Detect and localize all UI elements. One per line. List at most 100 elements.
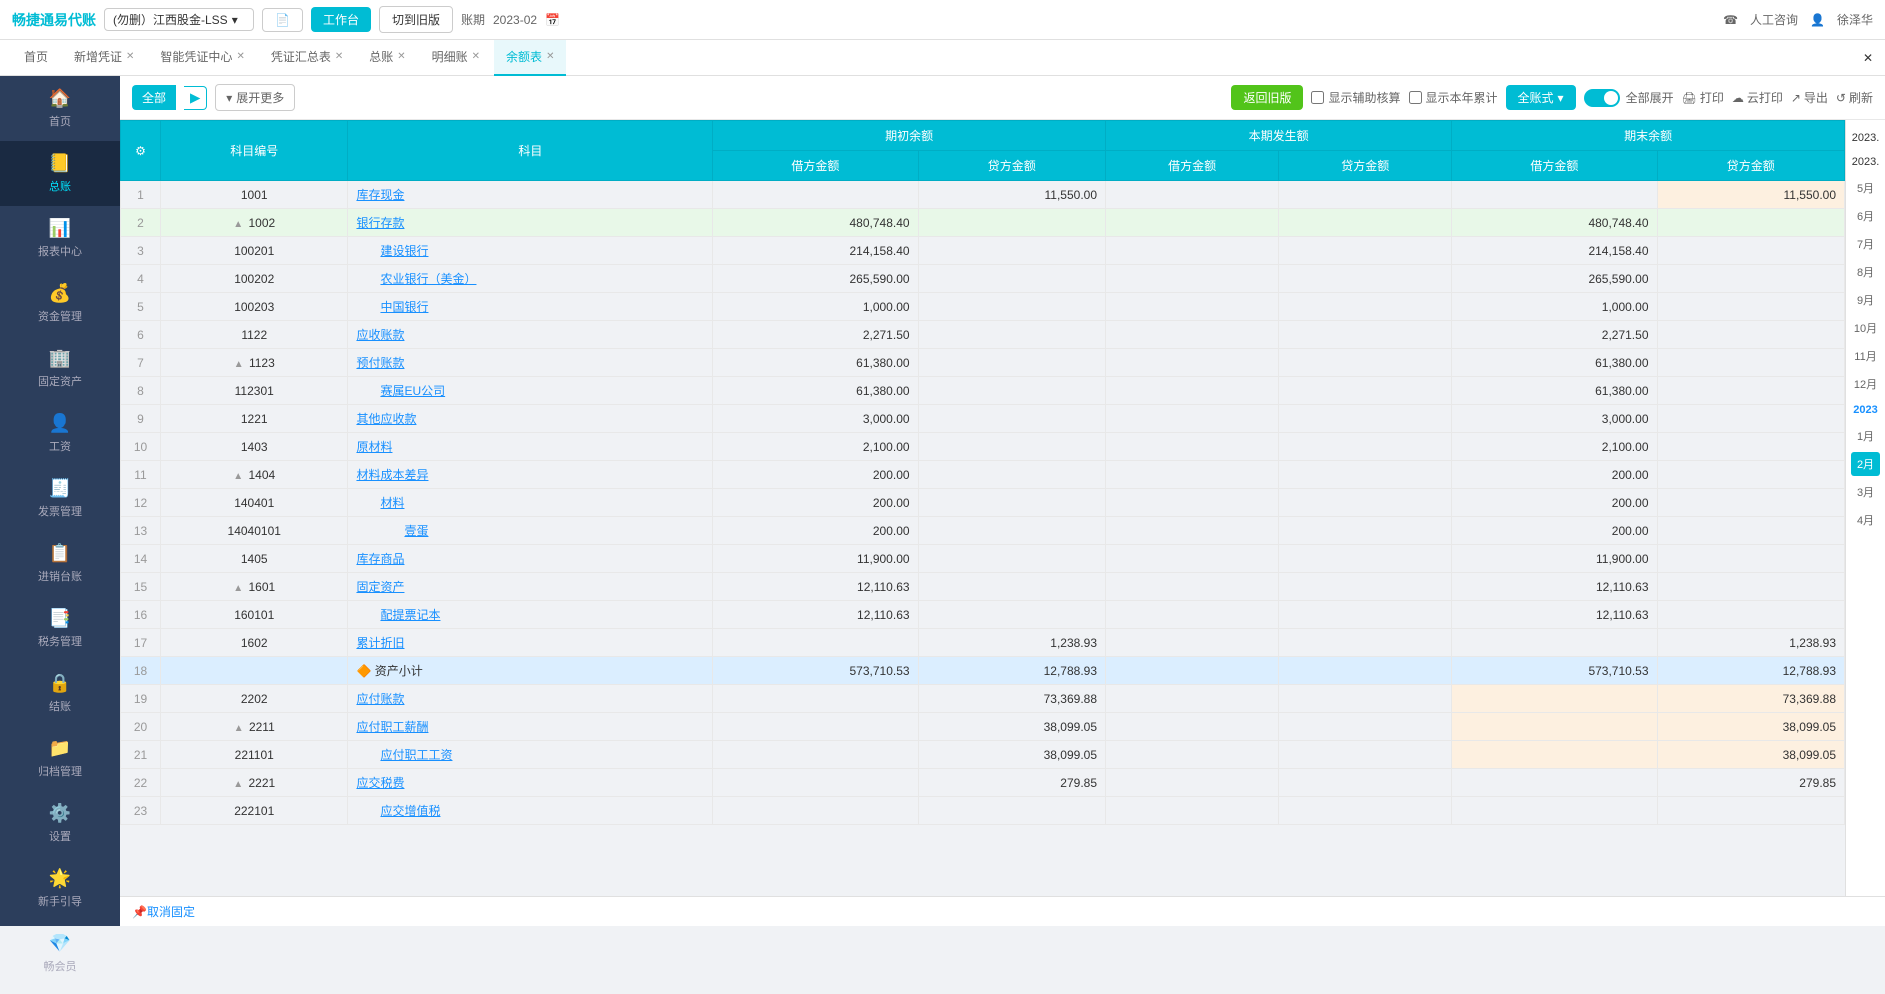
subject-name[interactable]: 壹蛋 [348, 517, 713, 545]
subject-name[interactable]: 材料 [348, 489, 713, 517]
subject-link[interactable]: 材料 [380, 496, 404, 510]
subject-name[interactable]: 农业银行（美金） [348, 265, 713, 293]
show-ytd-checkbox[interactable] [1409, 91, 1422, 104]
subject-link[interactable]: 银行存款 [356, 216, 404, 230]
table-row[interactable]: 8 112301 赛属EU公司 61,380.00 61,380.00 [121, 377, 1845, 405]
subject-name[interactable]: 其他应收款 [348, 405, 713, 433]
table-row[interactable]: 18 🔶 资产小计 573,710.53 12,788.93 573,710.5… [121, 657, 1845, 685]
table-row[interactable]: 13 14040101 壹蛋 200.00 200.00 [121, 517, 1845, 545]
tab-add-voucher-close[interactable]: ✕ [126, 51, 134, 62]
table-row[interactable]: 4 100202 农业银行（美金） 265,590.00 265,590.00 [121, 265, 1845, 293]
sidebar-item-assets[interactable]: 🏢 固定资产 [0, 336, 120, 401]
subject-link[interactable]: 赛属EU公司 [380, 384, 445, 398]
th-settings[interactable]: ⚙ [121, 121, 161, 181]
subject-link[interactable]: 应付账款 [356, 692, 404, 706]
table-row[interactable]: 6 1122 应收账款 2,271.50 2,271.50 [121, 321, 1845, 349]
expand-icon[interactable]: ▲ [234, 359, 244, 370]
subject-name[interactable]: 应交税费 [348, 769, 713, 797]
expand-icon[interactable]: ▲ [233, 583, 243, 594]
doc-icon-btn[interactable]: 📄 [262, 8, 303, 32]
subject-name[interactable]: 应付账款 [348, 685, 713, 713]
table-row[interactable]: 1 1001 库存现金 11,550.00 11,550.00 [121, 181, 1845, 209]
table-row[interactable]: 14 1405 库存商品 11,900.00 11,900.00 [121, 545, 1845, 573]
subject-name[interactable]: 应付职工工资 [348, 741, 713, 769]
table-row[interactable]: 15 ▲ 1601 固定资产 12,110.63 12,110.63 [121, 573, 1845, 601]
subject-name[interactable]: 库存商品 [348, 545, 713, 573]
subject-name[interactable]: 应交增值税 [348, 797, 713, 825]
tab-detail-ledger[interactable]: 明细账 ✕ [420, 40, 492, 76]
table-row[interactable]: 2 ▲ 1002 银行存款 480,748.40 480,748.40 [121, 209, 1845, 237]
subject-link[interactable]: 应收账款 [356, 328, 404, 342]
sidebar-item-closing[interactable]: 🔒 结账 [0, 661, 120, 726]
right-panel-month-4[interactable]: 4月 [1851, 508, 1880, 532]
tab-balance-close[interactable]: ✕ [546, 51, 554, 62]
subject-link[interactable]: 应付职工工资 [380, 748, 452, 762]
subject-link[interactable]: 预付账款 [356, 356, 404, 370]
expand-icon[interactable]: ▲ [233, 779, 243, 790]
sidebar-item-member[interactable]: 💎 畅会员 [0, 921, 120, 986]
table-row[interactable]: 9 1221 其他应收款 3,000.00 3,000.00 [121, 405, 1845, 433]
sidebar-item-tax[interactable]: 📑 税务管理 [0, 596, 120, 661]
subject-link[interactable]: 农业银行（美金） [380, 272, 476, 286]
subject-link[interactable]: 其他应收款 [356, 412, 416, 426]
subject-link[interactable]: 中国银行 [380, 300, 428, 314]
workbench-button[interactable]: 工作台 [311, 7, 371, 32]
tab-balance[interactable]: 余额表 ✕ [494, 40, 566, 76]
expand-icon[interactable]: ▲ [233, 471, 243, 482]
print-button[interactable]: 🖨 打印 [1682, 89, 1724, 106]
table-row[interactable]: 3 100201 建设银行 214,158.40 214,158.40 [121, 237, 1845, 265]
subject-name[interactable]: 原材料 [348, 433, 713, 461]
table-row[interactable]: 19 2202 应付账款 73,369.88 73,369.88 [121, 685, 1845, 713]
table-row[interactable]: 12 140401 材料 200.00 200.00 [121, 489, 1845, 517]
table-row[interactable]: 17 1602 累计折旧 1,238.93 1,238.93 [121, 629, 1845, 657]
sidebar-item-guide[interactable]: 🌟 新手引导 [0, 856, 120, 921]
subject-name[interactable]: 库存现金 [348, 181, 713, 209]
right-panel-month-11[interactable]: 11月 [1848, 344, 1882, 368]
refresh-button[interactable]: ↺ 刷新 [1836, 89, 1873, 106]
right-panel-month-9[interactable]: 9月 [1851, 288, 1880, 312]
filter-dropdown-button[interactable]: ▶ [184, 86, 207, 110]
table-row[interactable]: 10 1403 原材料 2,100.00 2,100.00 [121, 433, 1845, 461]
tab-smart-voucher[interactable]: 智能凭证中心 ✕ [148, 40, 256, 76]
table-container[interactable]: ⚙ 科目编号 科目 期初余额 本期发生额 期末余额 借方金额 贷方金额 借方金额… [120, 120, 1845, 896]
subject-name[interactable]: 应收账款 [348, 321, 713, 349]
tab-smart-voucher-close[interactable]: ✕ [236, 51, 244, 62]
right-panel-month-5[interactable]: 5月 [1851, 176, 1880, 200]
sidebar-item-invoice[interactable]: 🧾 发票管理 [0, 466, 120, 531]
fullmode-button[interactable]: 全账式 ▾ [1506, 85, 1576, 110]
table-row[interactable]: 5 100203 中国银行 1,000.00 1,000.00 [121, 293, 1845, 321]
sidebar-item-home[interactable]: 🏠 首页 [0, 76, 120, 141]
old-version-button[interactable]: 切到旧版 [379, 6, 453, 33]
subject-link[interactable]: 应交税费 [356, 776, 404, 790]
tab-home[interactable]: 首页 [12, 40, 60, 76]
user-label[interactable]: 徐泽华 [1837, 11, 1873, 28]
table-row[interactable]: 11 ▲ 1404 材料成本差异 200.00 200.00 [121, 461, 1845, 489]
table-row[interactable]: 16 160101 配提票记本 12,110.63 12,110.63 [121, 601, 1845, 629]
right-panel-month-10[interactable]: 10月 [1848, 316, 1883, 340]
right-panel-month-6[interactable]: 6月 [1851, 204, 1880, 228]
subject-link[interactable]: 应交增值税 [380, 804, 440, 818]
subject-link[interactable]: 原材料 [356, 440, 392, 454]
right-panel-month-3[interactable]: 3月 [1851, 480, 1880, 504]
subject-link[interactable]: 固定资产 [356, 580, 404, 594]
sidebar-item-settings[interactable]: ⚙️ 设置 [0, 791, 120, 856]
subject-name[interactable]: 银行存款 [348, 209, 713, 237]
tab-detail-ledger-close[interactable]: ✕ [472, 51, 480, 62]
right-panel-month-12[interactable]: 12月 [1848, 372, 1883, 396]
filter-all-button[interactable]: 全部 [132, 85, 176, 110]
sidebar-item-purchase[interactable]: 📋 进销台账 [0, 531, 120, 596]
subject-link[interactable]: 库存商品 [356, 552, 404, 566]
subject-name[interactable]: 应付职工薪酬 [348, 713, 713, 741]
tab-add-voucher[interactable]: 新增凭证 ✕ [62, 40, 146, 76]
subject-link[interactable]: 建设银行 [380, 244, 428, 258]
right-panel-month-2[interactable]: 2月 [1851, 452, 1880, 476]
calendar-icon[interactable]: 📅 [545, 13, 560, 27]
table-row[interactable]: 20 ▲ 2211 应付职工薪酬 38,099.05 38,099.05 [121, 713, 1845, 741]
sidebar-item-capital[interactable]: 💰 资金管理 [0, 271, 120, 336]
tab-voucher-summary[interactable]: 凭证汇总表 ✕ [259, 40, 355, 76]
subject-name[interactable]: 赛属EU公司 [348, 377, 713, 405]
subject-name[interactable]: 建设银行 [348, 237, 713, 265]
subject-name[interactable]: 预付账款 [348, 349, 713, 377]
tab-close-all[interactable]: ✕ [1863, 51, 1873, 65]
sidebar-item-report[interactable]: 📊 报表中心 [0, 206, 120, 271]
